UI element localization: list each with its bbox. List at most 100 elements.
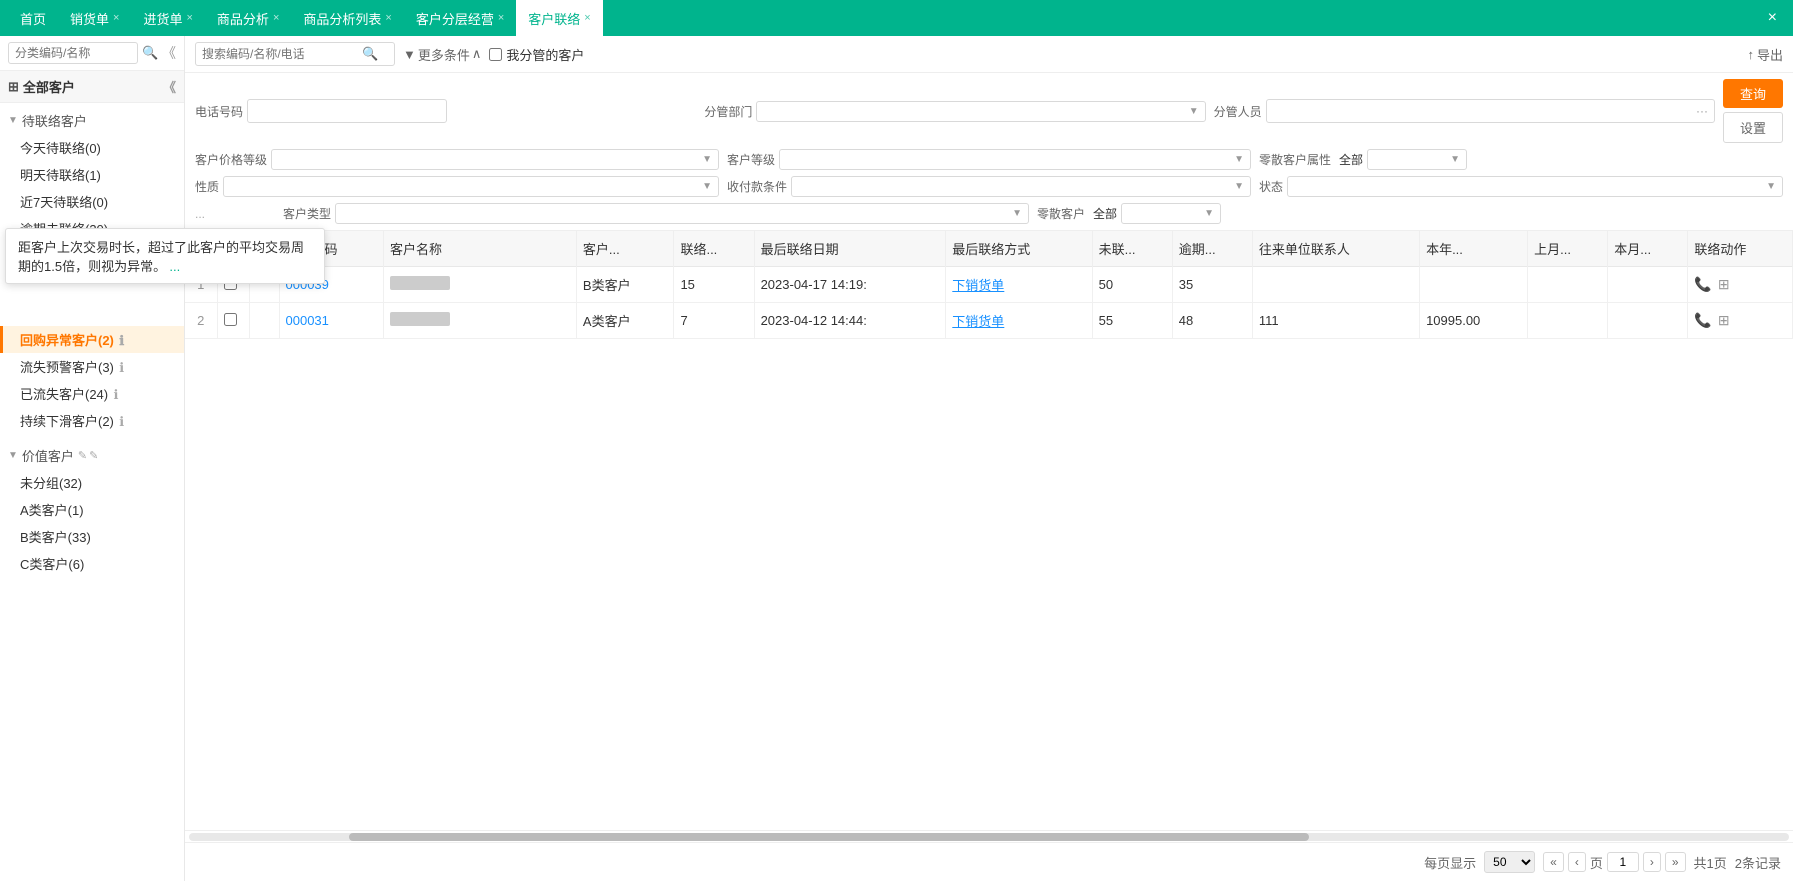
sidebar-item-churned[interactable]: 已流失客户(24) ℹ [0, 380, 184, 407]
close-icon[interactable]: × [584, 12, 590, 24]
sidebar-group-value-title[interactable]: ▼ 价值客户 ✎ ✎ [0, 442, 184, 469]
main-search-input[interactable] [202, 47, 362, 61]
action-icons: 📞 ⊞ [1694, 312, 1786, 329]
td-unit-contact [1252, 267, 1419, 303]
filter-field-manager: 分管人员 ··· [1214, 99, 1715, 123]
prev-page-button[interactable]: ‹ [1568, 852, 1586, 872]
close-icon[interactable]: × [385, 12, 391, 24]
td-last-contact-method[interactable]: 下销货单 [946, 267, 1092, 303]
sidebar-item-tomorrow-pending[interactable]: 明天待联络(1) [0, 161, 184, 188]
last-contact-method-link[interactable]: 下销货单 [952, 314, 1004, 329]
phone-action-icon[interactable]: 📞 [1694, 276, 1711, 293]
th-action: 联络动作 [1688, 231, 1793, 267]
edit2-icon[interactable]: ✎ [89, 449, 98, 462]
total-pages-label: 共1页 [1694, 853, 1727, 872]
filter-field-nature: 性质 ▼ [195, 176, 719, 197]
th-last-contact-date: 最后联络日期 [754, 231, 946, 267]
sidebar-item-today-pending[interactable]: 今天待联络(0) [0, 134, 184, 161]
retail-attr-value: 全部 [1339, 151, 1363, 168]
next-page-button[interactable]: › [1643, 852, 1661, 872]
settings-button[interactable]: 设置 [1723, 112, 1783, 143]
nav-customer-segmentation[interactable]: 客户分层经营 × [404, 0, 516, 36]
sidebar-search-input[interactable] [8, 42, 138, 64]
price-level-select[interactable]: ▼ [271, 149, 719, 170]
sidebar-item-repurchase-anomaly[interactable]: 回购异常客户(2) ℹ [0, 326, 184, 353]
sidebar-group-value: ▼ 价值客户 ✎ ✎ 未分组(32) A类客户(1) B类客户(33) C类客户… [0, 438, 184, 581]
sidebar-item-ungrouped[interactable]: 未分组(32) [0, 469, 184, 496]
last-contact-method-link[interactable]: 下销货单 [952, 278, 1004, 293]
note-action-icon[interactable]: ⊞ [1718, 276, 1730, 293]
main-search-icon[interactable]: 🔍 [362, 46, 378, 62]
sidebar-search-icon[interactable]: 🔍 [142, 45, 158, 61]
close-icon[interactable]: × [273, 12, 279, 24]
td-overdue: 35 [1172, 267, 1252, 303]
retail-customer-value: 全部 [1093, 205, 1117, 222]
sidebar: 🔍 《 ⊞ 全部客户 《 ▼ 待联络客户 今天待联络(0) 明天待联络(1) 近… [0, 36, 185, 881]
nav-sales-order[interactable]: 销货单 × [58, 0, 131, 36]
scrollbar-thumb[interactable] [349, 833, 1309, 841]
sidebar-item-c-class[interactable]: C类客户(6) [0, 550, 184, 577]
sidebar-item-7days-pending[interactable]: 近7天待联络(0) [0, 188, 184, 215]
sidebar-item-churn-warning[interactable]: 流失预警客户(3) ℹ [0, 353, 184, 380]
dept-select[interactable]: ▼ [756, 101, 1205, 122]
last-page-button[interactable]: » [1665, 852, 1686, 872]
first-page-button[interactable]: « [1543, 852, 1564, 872]
close-icon[interactable]: × [113, 12, 119, 24]
nav-customer-contact[interactable]: 客户联络 × [516, 0, 602, 36]
sidebar-group-pending-title[interactable]: ▼ 待联络客户 [0, 107, 184, 134]
retail-attr-select[interactable]: ▼ [1367, 149, 1467, 170]
phone-action-icon[interactable]: 📞 [1694, 312, 1711, 329]
td-last-contact-date: 2023-04-12 14:44: [754, 303, 946, 339]
sidebar-item-declining[interactable]: 持续下滑客户(2) ℹ [0, 407, 184, 434]
customer-type-select[interactable]: ▼ [335, 203, 1029, 224]
edit-icon[interactable]: ✎ [78, 449, 87, 462]
close-icon[interactable]: × [498, 12, 504, 24]
manager-select[interactable]: ··· [1266, 99, 1715, 123]
nav-product-analysis[interactable]: 商品分析 × [205, 0, 291, 36]
main-layout: 🔍 《 ⊞ 全部客户 《 ▼ 待联络客户 今天待联络(0) 明天待联络(1) 近… [0, 36, 1793, 881]
horizontal-scrollbar[interactable] [189, 833, 1789, 841]
more-dots: ... [195, 207, 205, 221]
top-nav: 首页 销货单 × 进货单 × 商品分析 × 商品分析列表 × 客户分层经营 × … [0, 0, 1793, 36]
sidebar-item-a-class[interactable]: A类客户(1) [0, 496, 184, 523]
more-conditions-button[interactable]: ▼ 更多条件 ∧ [403, 45, 481, 64]
nav-home[interactable]: 首页 [8, 0, 58, 36]
my-customers-checkbox[interactable] [489, 48, 502, 61]
td-level: A类客户 [576, 303, 674, 339]
phone-input[interactable] [247, 99, 447, 123]
nature-select[interactable]: ▼ [223, 176, 719, 197]
window-close-button[interactable]: × [1760, 9, 1785, 27]
status-select[interactable]: ▼ [1287, 176, 1783, 197]
export-button[interactable]: ↑ 导出 [1747, 45, 1783, 64]
per-page-select[interactable]: 50 100 200 [1484, 851, 1535, 873]
sidebar-item-b-class[interactable]: B类客户(33) [0, 523, 184, 550]
customer-level-select[interactable]: ▼ [779, 149, 1251, 170]
chevron-up-icon: ∧ [472, 46, 482, 62]
th-this-year: 本年... [1420, 231, 1528, 267]
sidebar-header-collapse-icon[interactable]: 《 [163, 77, 176, 96]
tooltip-box: 距客户上次交易时长，超过了此客户的平均交易周期的1.5倍，则视为异常。 ... [5, 228, 185, 284]
td-code[interactable]: 000031 [279, 303, 384, 339]
payment-label: 收付款条件 [727, 178, 787, 195]
row-checkbox[interactable] [224, 313, 237, 326]
nav-purchase-order[interactable]: 进货单 × [131, 0, 204, 36]
nav-product-analysis-list[interactable]: 商品分析列表 × [291, 0, 403, 36]
filter-field-price-level: 客户价格等级 ▼ [195, 149, 719, 170]
query-button[interactable]: 查询 [1723, 79, 1783, 108]
note-action-icon[interactable]: ⊞ [1718, 312, 1730, 329]
td-contact-count: 7 [674, 303, 754, 339]
sidebar-collapse-button[interactable]: 《 [162, 43, 176, 63]
sidebar-group-pending: ▼ 待联络客户 今天待联络(0) 明天待联络(1) 近7天待联络(0) 逾期未联… [0, 103, 184, 246]
customer-table: ⚙ 客户编码 客户名称 客户... 联络... [185, 231, 1793, 339]
close-icon[interactable]: × [186, 12, 192, 24]
dept-label: 分管部门 [704, 103, 752, 120]
page-navigation: « ‹ 页 › » [1543, 852, 1685, 872]
current-page-input[interactable] [1607, 852, 1639, 872]
pagination-bar: 每页显示 50 100 200 « ‹ 页 › » 共1页 2条记录 [185, 842, 1793, 881]
td-last-contact-method[interactable]: 下销货单 [946, 303, 1092, 339]
payment-select[interactable]: ▼ [791, 176, 1251, 197]
filter-bar: 🔍 ▼ 更多条件 ∧ 我分管的客户 ↑ 导出 [185, 36, 1793, 73]
grid-icon: ⊞ [8, 79, 19, 95]
retail-customer-select[interactable]: ▼ [1121, 203, 1221, 224]
my-customers-checkbox-wrap[interactable]: 我分管的客户 [489, 45, 584, 64]
